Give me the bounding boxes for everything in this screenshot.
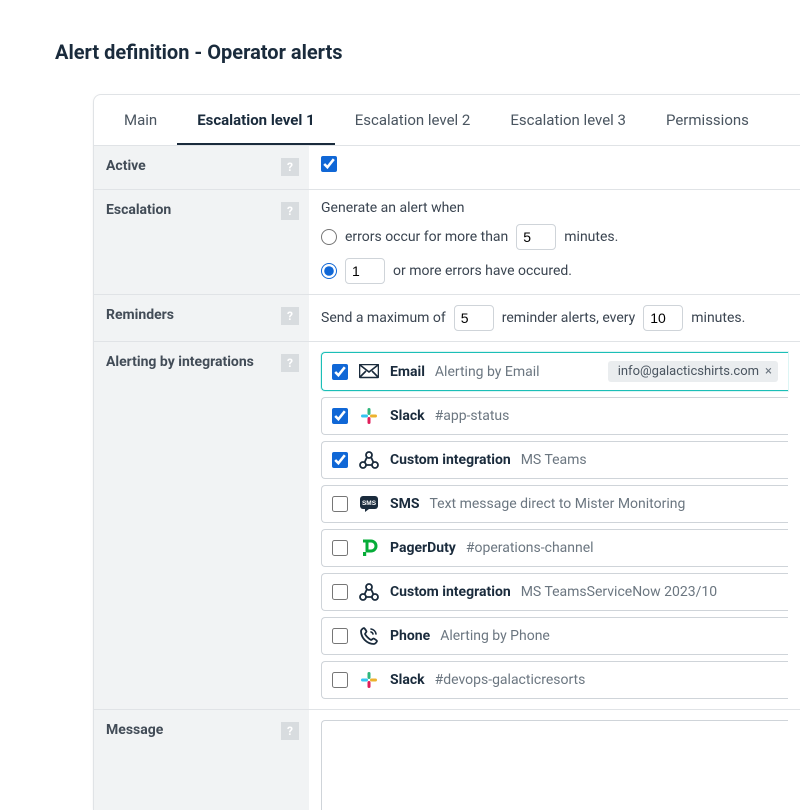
integration-sub: #operations-channel xyxy=(466,540,594,556)
message-textarea[interactable] xyxy=(321,720,788,810)
help-icon[interactable]: ? xyxy=(281,354,299,372)
integration-name: Phone xyxy=(390,628,430,644)
label-message: Message ? xyxy=(94,710,309,810)
integration-checkbox[interactable] xyxy=(332,584,348,600)
content-active xyxy=(309,146,800,189)
integration-checkbox[interactable] xyxy=(332,364,348,380)
integration-name: Custom integration xyxy=(390,584,511,600)
integration-checkbox[interactable] xyxy=(332,628,348,644)
integration-sub: #devops-galacticresorts xyxy=(435,672,586,688)
integration-sub: Alerting by Phone xyxy=(440,628,550,644)
row-active: Active ? xyxy=(94,146,800,190)
slack-icon xyxy=(358,406,380,426)
escalation-count-input[interactable] xyxy=(345,258,385,284)
integration-name: Slack xyxy=(390,408,425,424)
integration-checkbox[interactable] xyxy=(332,672,348,688)
integration-checkbox[interactable] xyxy=(332,540,348,556)
reminders-mid: reminder alerts, every xyxy=(502,310,636,326)
integration-sub: #app-status xyxy=(435,408,510,424)
tab-escalation-level-1[interactable]: Escalation level 1 xyxy=(177,95,335,145)
integration-row-slack-7[interactable]: Slack #devops-galacticresorts xyxy=(321,661,788,699)
content-reminders: Send a maximum of reminder alerts, every… xyxy=(309,295,800,341)
recipient-chip[interactable]: info@galacticshirts.com × xyxy=(608,361,778,382)
integration-checkbox[interactable] xyxy=(332,452,348,468)
content-integrations: Email Alerting by Email info@galacticshirt… xyxy=(309,342,800,709)
chip-remove-icon[interactable]: × xyxy=(765,364,772,379)
content-escalation: Generate an alert when errors occur for … xyxy=(309,190,800,294)
integration-name: Custom integration xyxy=(390,452,511,468)
tab-escalation-level-3[interactable]: Escalation level 3 xyxy=(490,95,646,145)
email-icon xyxy=(358,362,380,382)
label-integrations: Alerting by integrations ? xyxy=(94,342,309,709)
page-title: Alert definition - Operator alerts xyxy=(55,40,800,64)
sms-icon: SMS xyxy=(358,494,380,514)
integration-sub: Alerting by Email xyxy=(435,364,540,380)
integration-row-slack-1[interactable]: Slack #app-status xyxy=(321,397,788,435)
content-message xyxy=(309,710,800,810)
integration-checkbox[interactable] xyxy=(332,408,348,424)
help-icon[interactable]: ? xyxy=(281,722,299,740)
slack-icon xyxy=(358,670,380,690)
row-integrations: Alerting by integrations ? Email Alerting… xyxy=(94,342,800,710)
integration-name: PagerDuty xyxy=(390,540,456,556)
escalation-radio-duration[interactable] xyxy=(321,229,337,245)
row-reminders: Reminders ? Send a maximum of reminder a… xyxy=(94,295,800,342)
escalation-lead: Generate an alert when xyxy=(321,200,788,216)
integration-row-sms-3[interactable]: SMS SMS Text message direct to Mister Moni… xyxy=(321,485,788,523)
label-reminders: Reminders ? xyxy=(94,295,309,341)
tab-main[interactable]: Main xyxy=(104,95,177,145)
label-integrations-text: Alerting by integrations xyxy=(106,354,254,370)
help-icon[interactable]: ? xyxy=(281,158,299,176)
escalation-radio-count[interactable] xyxy=(321,263,337,279)
escalation-opt1-pre: errors occur for more than xyxy=(345,229,508,245)
tabs-bar: MainEscalation level 1Escalation level 2… xyxy=(94,95,800,146)
integration-sub: MS Teams xyxy=(521,452,587,468)
reminders-post: minutes. xyxy=(691,310,745,326)
help-icon[interactable]: ? xyxy=(281,202,299,220)
integration-name: SMS xyxy=(390,496,420,512)
row-escalation: Escalation ? Generate an alert when erro… xyxy=(94,190,800,295)
chip-text: info@galacticshirts.com xyxy=(618,364,759,379)
custom-icon xyxy=(358,450,380,470)
label-active-text: Active xyxy=(106,158,146,174)
label-escalation: Escalation ? xyxy=(94,190,309,294)
reminders-max-input[interactable] xyxy=(454,305,494,331)
label-message-text: Message xyxy=(106,722,163,738)
tab-permissions[interactable]: Permissions xyxy=(646,95,769,145)
integration-name: Email xyxy=(390,364,425,380)
integration-row-pagerduty-4[interactable]: PagerDuty #operations-channel xyxy=(321,529,788,567)
tab-escalation-level-2[interactable]: Escalation level 2 xyxy=(335,95,491,145)
integration-row-phone-6[interactable]: Phone Alerting by Phone xyxy=(321,617,788,655)
row-message: Message ? xyxy=(94,710,800,810)
reminders-pre: Send a maximum of xyxy=(321,310,446,326)
help-icon[interactable]: ? xyxy=(281,307,299,325)
settings-panel: MainEscalation level 1Escalation level 2… xyxy=(93,94,800,810)
active-checkbox[interactable] xyxy=(321,156,337,172)
integration-row-custom-5[interactable]: Custom integration MS TeamsServiceNow 202… xyxy=(321,573,788,611)
escalation-opt2-post: or more errors have occured. xyxy=(393,263,572,279)
reminders-every-input[interactable] xyxy=(643,305,683,331)
integration-name: Slack xyxy=(390,672,425,688)
pagerduty-icon xyxy=(358,538,380,558)
integration-sub: Text message direct to Mister Monitoring xyxy=(430,496,686,512)
label-active: Active ? xyxy=(94,146,309,189)
integration-row-custom-2[interactable]: Custom integration MS Teams xyxy=(321,441,788,479)
integration-list: Email Alerting by Email info@galacticshirt… xyxy=(321,352,788,699)
label-escalation-text: Escalation xyxy=(106,202,171,218)
integration-row-email-0[interactable]: Email Alerting by Email info@galacticshirt… xyxy=(321,352,788,391)
integration-sub: MS TeamsServiceNow 2023/10 xyxy=(521,584,717,600)
svg-text:SMS: SMS xyxy=(362,500,377,507)
escalation-duration-input[interactable] xyxy=(516,224,556,250)
escalation-opt1-post: minutes. xyxy=(564,229,618,245)
phone-icon xyxy=(358,626,380,646)
label-reminders-text: Reminders xyxy=(106,307,174,323)
integration-checkbox[interactable] xyxy=(332,496,348,512)
custom-icon xyxy=(358,582,380,602)
